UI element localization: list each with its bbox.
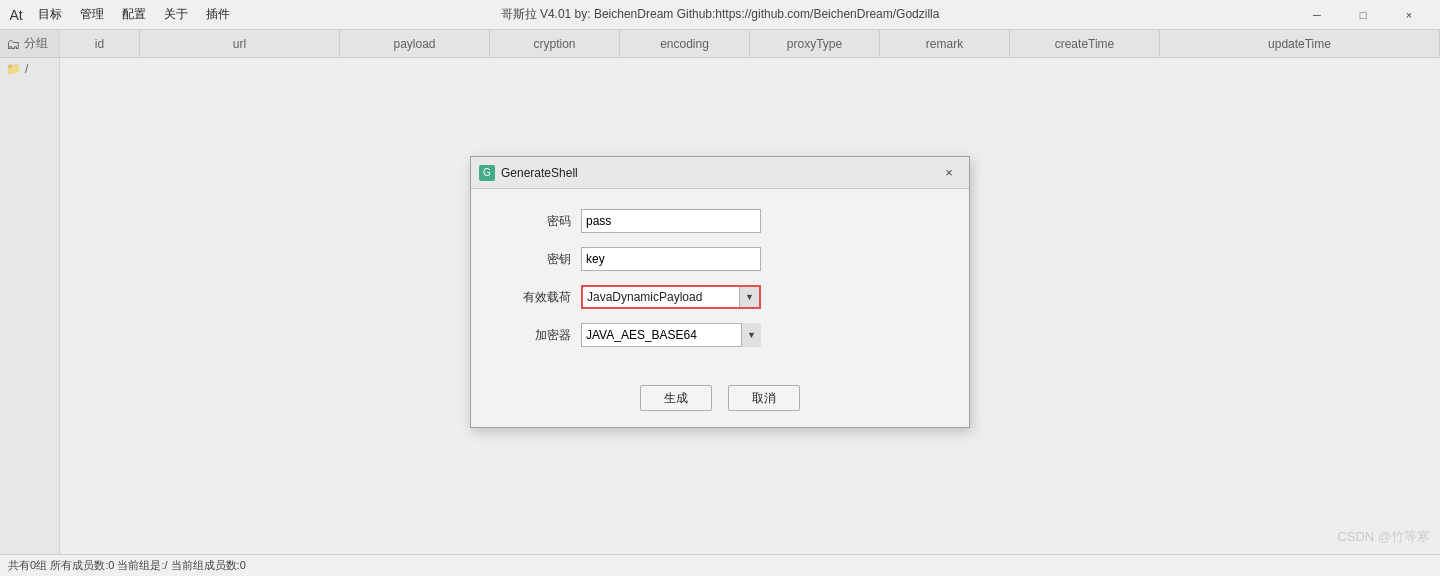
menu-plugin[interactable]: 插件 — [198, 4, 238, 25]
close-button[interactable]: × — [1386, 0, 1432, 30]
secretkey-row: 密钥 — [501, 247, 939, 271]
maximize-button[interactable]: □ — [1340, 0, 1386, 30]
payload-select-value: JavaDynamicPayload — [583, 290, 739, 304]
dialog-title: GenerateShell — [501, 166, 578, 180]
encryptor-select[interactable]: JAVA_AES_BASE64 JAVA_AES_RAW PHP_XOR_BAS… — [581, 323, 761, 347]
encryptor-row: 加密器 JAVA_AES_BASE64 JAVA_AES_RAW PHP_XOR… — [501, 323, 939, 347]
status-bar: 共有0组 所有成员数:0 当前组是:/ 当前组成员数:0 — [0, 554, 1440, 576]
app-icon: At — [8, 7, 24, 23]
dialog-title-left: G GenerateShell — [479, 165, 578, 181]
dialog-body: 密码 密钥 有效载荷 JavaDynamicPayload ▼ 加密器 — [471, 189, 969, 377]
payload-select-arrow-icon[interactable]: ▼ — [739, 287, 759, 307]
dialog-app-icon: G — [479, 165, 495, 181]
window-controls: ─ □ × — [1294, 0, 1432, 30]
generate-button[interactable]: 生成 — [640, 385, 712, 411]
title-bar-left: At 目标 管理 配置 关于 插件 — [8, 4, 238, 25]
dialog-overlay: G GenerateShell × 密码 密钥 有效载荷 JavaDynamic… — [0, 30, 1440, 554]
payload-label: 有效载荷 — [501, 289, 571, 306]
app-title: 哥斯拉 V4.01 by: BeichenDream Github:https:… — [501, 6, 940, 23]
status-text: 共有0组 所有成员数:0 当前组是:/ 当前组成员数:0 — [8, 558, 246, 573]
title-bar: At 目标 管理 配置 关于 插件 哥斯拉 V4.01 by: BeichenD… — [0, 0, 1440, 30]
minimize-button[interactable]: ─ — [1294, 0, 1340, 30]
cancel-button[interactable]: 取消 — [728, 385, 800, 411]
secretkey-field[interactable] — [581, 247, 761, 271]
secretkey-label: 密钥 — [501, 251, 571, 268]
menu-config[interactable]: 配置 — [114, 4, 154, 25]
password-label: 密码 — [501, 213, 571, 230]
dialog-title-bar: G GenerateShell × — [471, 157, 969, 189]
dialog-close-button[interactable]: × — [937, 161, 961, 185]
encryptor-select-wrapper[interactable]: JAVA_AES_BASE64 JAVA_AES_RAW PHP_XOR_BAS… — [581, 323, 761, 347]
payload-row: 有效载荷 JavaDynamicPayload ▼ — [501, 285, 939, 309]
menu-bar: 目标 管理 配置 关于 插件 — [30, 4, 238, 25]
menu-target[interactable]: 目标 — [30, 4, 70, 25]
payload-select-wrapper[interactable]: JavaDynamicPayload ▼ — [581, 285, 761, 309]
encryptor-label: 加密器 — [501, 327, 571, 344]
generate-shell-dialog: G GenerateShell × 密码 密钥 有效载荷 JavaDynamic… — [470, 156, 970, 428]
menu-manage[interactable]: 管理 — [72, 4, 112, 25]
password-row: 密码 — [501, 209, 939, 233]
password-field[interactable] — [581, 209, 761, 233]
dialog-buttons: 生成 取消 — [471, 385, 969, 427]
menu-about[interactable]: 关于 — [156, 4, 196, 25]
